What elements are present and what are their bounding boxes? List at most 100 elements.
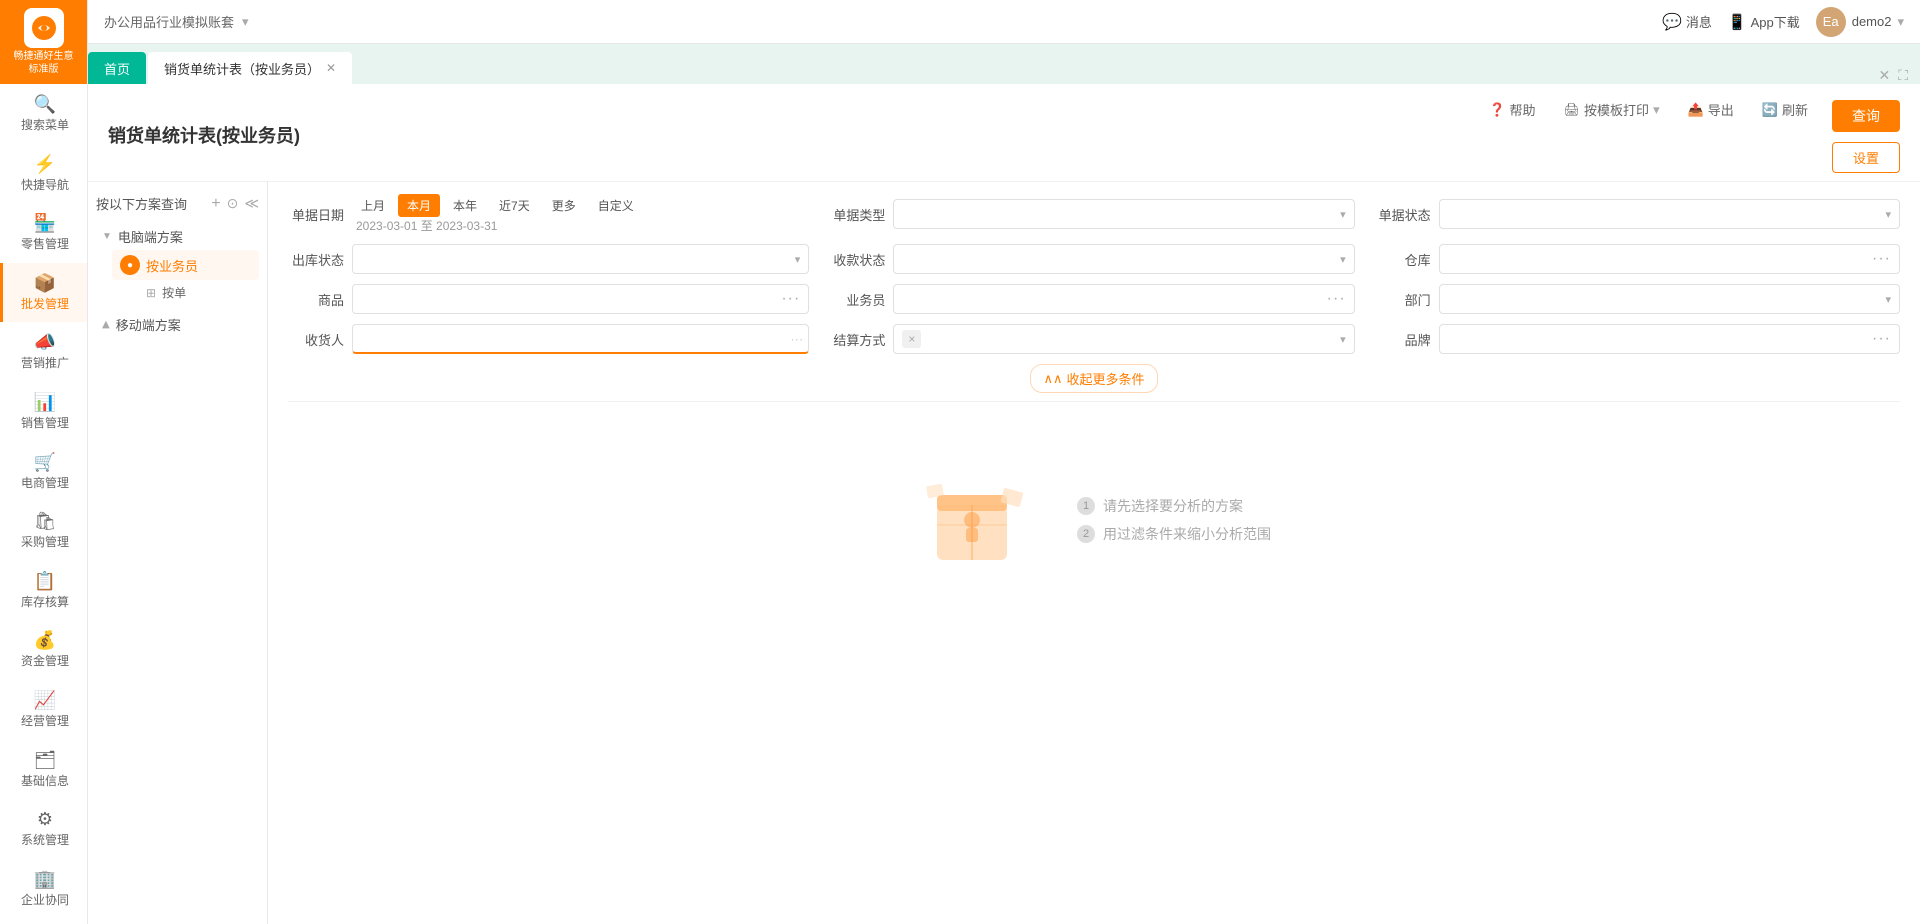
date-tabs: 上月 本月 本年 近7天 更多 自定义 [352, 194, 809, 217]
tab-sales-report[interactable]: 销货单统计表（按业务员） ✕ [148, 52, 352, 84]
tab-home-label: 首页 [104, 59, 130, 78]
sidebar-icon-sales: 📊 [34, 392, 56, 413]
tree-mobile-header[interactable]: ▶ 移动端方案 [96, 311, 259, 338]
topbar-right: 💬 消息 📱 App下载 Ea demo2 ▾ [1662, 7, 1904, 37]
salesperson-select[interactable]: ··· [893, 284, 1354, 314]
help-btn[interactable]: ❓ 帮助 [1481, 96, 1543, 123]
bill-status-select[interactable]: ▾ [1439, 199, 1900, 229]
warehouse-filter-item: 仓库 ··· [1379, 244, 1900, 274]
sidebar-item-ecommerce[interactable]: 🛒 电商管理 [0, 442, 87, 502]
date-tab-last-month[interactable]: 上月 [352, 194, 394, 217]
sidebar-label-operations: 经营管理 [21, 714, 69, 730]
tab-close-icon[interactable]: ✕ [326, 61, 336, 75]
date-tab-this-month[interactable]: 本月 [398, 194, 440, 217]
export-btn[interactable]: 📤 导出 [1680, 96, 1742, 123]
out-status-label: 出库状态 [288, 250, 344, 269]
warehouse-dots-icon[interactable]: ··· [1872, 250, 1891, 268]
collapse-panel-icon[interactable]: ≪ [244, 195, 259, 213]
goods-dots-icon[interactable]: ··· [781, 290, 800, 308]
topbar-left: 办公用品行业模拟账套 ▾ [104, 12, 249, 31]
tab-minimize-icon[interactable]: ✕ [1878, 67, 1890, 84]
sidebar-label-search: 搜索菜单 [21, 118, 69, 134]
print-btn[interactable]: 🖨 按模板打印 ▾ [1556, 96, 1668, 123]
page-actions: ❓ 帮助 🖨 按模板打印 ▾ 📤 导出 🔄 刷新 [1481, 96, 1816, 123]
consignee-input[interactable] [352, 324, 809, 354]
topbar: 办公用品行业模拟账套 ▾ 💬 消息 📱 App下载 Ea demo2 ▾ [88, 0, 1920, 44]
consignee-label: 收货人 [288, 330, 344, 349]
edit-scheme-icon[interactable]: ⊙ [227, 195, 239, 213]
sidebar-label-marketing: 营销推广 [21, 356, 69, 372]
settlement-label: 结算方式 [833, 330, 885, 349]
tree-arrow-icon: ▼ [102, 231, 112, 242]
brand-select[interactable]: ··· [1439, 324, 1900, 354]
sidebar-item-sales[interactable]: 📊 销售管理 [0, 382, 87, 442]
sidebar-item-marketing[interactable]: 📣 营销推广 [0, 322, 87, 382]
sidebar-logo[interactable]: 畅捷通好生意 标准版 [0, 0, 87, 84]
out-status-select[interactable]: ▾ [352, 244, 809, 274]
settlement-arrow-icon: ▾ [1340, 333, 1346, 346]
sidebar-icon-retail: 🏪 [34, 213, 56, 234]
sidebar-label-retail: 零售管理 [21, 237, 69, 253]
bill-type-arrow-icon: ▾ [1340, 208, 1346, 221]
date-tab-7days[interactable]: 近7天 [490, 194, 539, 217]
add-scheme-icon[interactable]: + [211, 195, 220, 213]
warehouse-select[interactable]: ··· [1439, 244, 1900, 274]
refresh-icon: 🔄 [1762, 102, 1778, 118]
tree-bill-item[interactable]: ⊞ 按单 [140, 280, 259, 305]
sidebar-item-basics[interactable]: 🗂 基础信息 [0, 740, 87, 800]
settings-button[interactable]: 设置 [1832, 142, 1900, 173]
collapse-btn[interactable]: ∧∧ 收起更多条件 [1030, 364, 1157, 393]
sidebar-item-purchase[interactable]: 🛍 采购管理 [0, 501, 87, 561]
tabbar: 首页 销货单统计表（按业务员） ✕ ✕ ⛶ [88, 44, 1920, 84]
query-button[interactable]: 查询 [1832, 100, 1900, 132]
tree-salesperson-item[interactable]: ● 按业务员 [112, 250, 259, 280]
divider [288, 401, 1900, 402]
empty-hint1-text: 请先选择要分析的方案 [1103, 496, 1243, 516]
settlement-filter-item: 结算方式 × ▾ [833, 324, 1354, 354]
empty-icon [917, 470, 1037, 570]
message-icon: 💬 [1662, 12, 1682, 32]
logo-text: 畅捷通好生意 标准版 [14, 50, 74, 76]
out-status-arrow-icon: ▾ [795, 253, 801, 266]
tab-maximize-icon[interactable]: ⛶ [1898, 67, 1908, 84]
sidebar-item-quick-nav[interactable]: ⚡ 快捷导航 [0, 144, 87, 204]
sidebar-icon-search: 🔍 [34, 94, 56, 115]
sidebar-item-operations[interactable]: 📈 经营管理 [0, 680, 87, 740]
export-label: 导出 [1708, 100, 1734, 119]
settlement-select[interactable]: × ▾ [893, 324, 1354, 354]
settlement-tag-close-icon[interactable]: × [908, 332, 915, 346]
date-tab-this-year[interactable]: 本年 [444, 194, 486, 217]
receipt-status-select[interactable]: ▾ [893, 244, 1354, 274]
tab-home[interactable]: 首页 [88, 52, 146, 84]
step1-num: 1 [1077, 497, 1095, 515]
date-tab-more[interactable]: 更多 [543, 194, 585, 217]
sidebar-item-finance[interactable]: 💰 资金管理 [0, 620, 87, 680]
app-download-btn[interactable]: 📱 App下载 [1728, 12, 1800, 31]
brand-dots-icon[interactable]: ··· [1872, 330, 1891, 348]
sidebar-item-wholesale[interactable]: 📦 批发管理 [0, 263, 87, 323]
bill-status-filter-item: 单据状态 ▾ [1379, 199, 1900, 229]
department-select[interactable]: ▾ [1439, 284, 1900, 314]
tree-pc-header[interactable]: ▼ 电脑端方案 [96, 223, 259, 250]
sidebar-label-inventory: 库存核算 [21, 595, 69, 611]
sidebar-item-enterprise[interactable]: 🏢 企业协同 [0, 859, 87, 919]
sidebar-item-newbie[interactable]: 🎯 新手引导 [0, 918, 87, 924]
refresh-btn[interactable]: 🔄 刷新 [1754, 96, 1816, 123]
user-menu[interactable]: Ea demo2 ▾ [1816, 7, 1904, 37]
sidebar-item-retail[interactable]: 🏪 零售管理 [0, 203, 87, 263]
empty-hint2-text: 用过滤条件来缩小分析范围 [1103, 524, 1271, 544]
consignee-dots-icon[interactable]: ··· [790, 332, 803, 347]
sidebar-item-system[interactable]: ⚙ 系统管理 [0, 799, 87, 859]
sidebar-item-inventory[interactable]: 📋 库存核算 [0, 561, 87, 621]
bill-type-select[interactable]: ▾ [893, 199, 1354, 229]
topbar-dropdown-icon[interactable]: ▾ [242, 14, 249, 30]
date-label: 单据日期 [288, 205, 344, 224]
sidebar-item-search[interactable]: 🔍 搜索菜单 [0, 84, 87, 144]
messages-btn[interactable]: 💬 消息 [1662, 12, 1712, 32]
salesperson-dots-icon[interactable]: ··· [1327, 290, 1346, 308]
sidebar-icon-enterprise: 🏢 [34, 869, 56, 890]
goods-select[interactable]: ··· [352, 284, 809, 314]
empty-hint-2: 2 用过滤条件来缩小分析范围 [1077, 524, 1271, 544]
sidebar-label-wholesale: 批发管理 [21, 297, 69, 313]
date-tab-custom[interactable]: 自定义 [589, 194, 643, 217]
